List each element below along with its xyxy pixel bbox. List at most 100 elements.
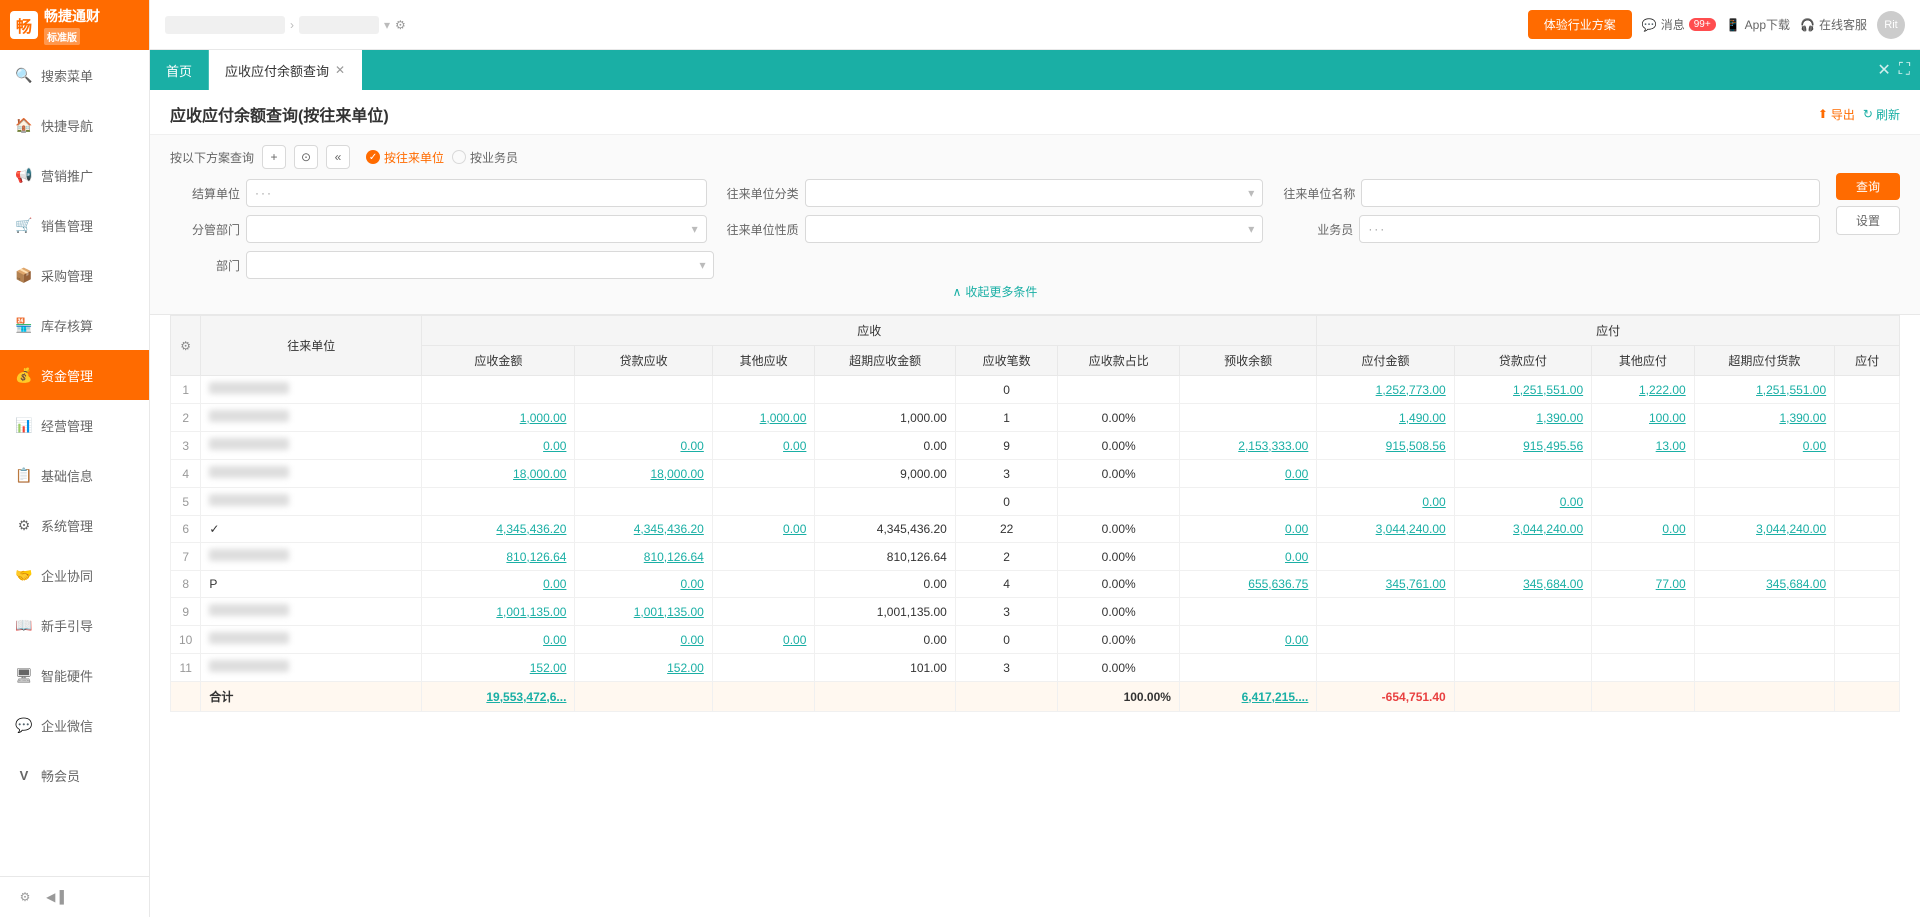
table-row: 91,001,135.001,001,135.001,001,135.0030.… (171, 598, 1900, 626)
user-avatar[interactable]: Rit (1877, 11, 1905, 39)
window-close-icon[interactable]: ✕ (1877, 60, 1890, 80)
filter-settlement-input[interactable]: ··· (246, 179, 707, 207)
unit-name-cell (201, 376, 422, 404)
th-ap-other: 其他应付 (1592, 346, 1695, 376)
guide-icon: 📖 (15, 616, 33, 634)
option-unit-icon: ✓ (366, 150, 380, 164)
sidebar-item-inventory[interactable]: 🏪 库存核算 (0, 300, 149, 350)
unit-nature-arrow: ▾ (1248, 222, 1254, 236)
chevron-up-icon: ∧ (953, 285, 962, 299)
table-area: ⚙ 往来单位 应收 应付 应收金额 贷款应收 其他应收 超期应收金额 应收笔数 … (150, 315, 1920, 917)
settings-btn[interactable]: ⚙ (395, 18, 406, 32)
setting-btn[interactable]: 设置 (1836, 206, 1900, 235)
sidebar-item-hardware[interactable]: 🖥 智能硬件 (0, 650, 149, 700)
filter-field-unit-category: 往来单位分类 ▾ (727, 179, 1264, 207)
refresh-icon: ↻ (1863, 107, 1873, 121)
unit-name-cell (201, 460, 422, 488)
filter-salesman-input[interactable]: ··· (1359, 215, 1820, 243)
filter-row-3: 部门 ▾ (170, 251, 1820, 279)
sidebar-item-system[interactable]: ⚙ 系统管理 (0, 500, 149, 550)
th-ar-ratio: 应收款占比 (1058, 346, 1180, 376)
page-content: 应收应付余额查询(按往来单位) ⬆ 导出 ↻ 刷新 按以下方案查询 (150, 90, 1920, 917)
tab-home[interactable]: 首页 (150, 50, 209, 90)
customer-service-area[interactable]: 🎧 在线客服 (1800, 16, 1867, 33)
sidebar-item-search[interactable]: 🔍 搜索菜单 (0, 50, 149, 100)
filter-unit-name-input[interactable] (1361, 179, 1820, 207)
unit-name-cell: ✓ (201, 516, 422, 543)
filter-dept-input[interactable]: ▾ (246, 215, 707, 243)
logo-icon: 畅 (10, 11, 38, 39)
collapse-conditions-btn[interactable]: ∧ 收起更多条件 (170, 279, 1820, 304)
total-ar-prepay[interactable]: 6,417,215.... (1179, 682, 1316, 712)
settings-footer-icon[interactable]: ⚙ (15, 887, 35, 907)
filter-option-salesman[interactable]: 按业务员 (452, 149, 518, 166)
filter-target-btn[interactable]: ⊙ (294, 145, 318, 169)
total-ar-ratio: 100.00% (1058, 682, 1180, 712)
app-download-area[interactable]: 📱 App下载 (1726, 16, 1790, 33)
tab-bar-actions: ✕ ⛶ (1867, 50, 1920, 90)
filter-area: 按以下方案查询 + ⊙ « ✓ 按往来单位 (150, 135, 1920, 315)
table-row: 7810,126.64810,126.64810,126.6420.00%0.0… (171, 543, 1900, 571)
sidebar: 畅 畅捷通财 标准版 🔍 搜索菜单 🏠 快捷导航 📢 营销推广 🛒 销售管理 📦… (0, 0, 150, 917)
tab-arbalance[interactable]: 应收应付余额查询 ✕ (209, 50, 362, 90)
sidebar-item-marketing[interactable]: 📢 营销推广 (0, 150, 149, 200)
filter-option-unit[interactable]: ✓ 按往来单位 (366, 149, 444, 166)
arbalance-tab-label: 应收应付余额查询 (225, 61, 329, 80)
sidebar-item-wechat[interactable]: 💬 企业微信 (0, 700, 149, 750)
sidebar-item-finance[interactable]: 💰 资金管理 (0, 350, 149, 400)
unit-name-cell (201, 404, 422, 432)
sidebar-item-operation[interactable]: 📊 经营管理 (0, 400, 149, 450)
page-header: 应收应付余额查询(按往来单位) ⬆ 导出 ↻ 刷新 (150, 90, 1920, 135)
total-row: 合计 19,553,472,6... 100.00% 6,417,215....… (171, 682, 1900, 712)
unit-name-cell: P (201, 571, 422, 598)
sidebar-item-sales[interactable]: 🛒 销售管理 (0, 200, 149, 250)
breadcrumb: › ▾ ⚙ (165, 16, 1518, 34)
filter-row-1: 结算单位 ··· 往来单位分类 ▾ (170, 179, 1820, 207)
th-ap-overdue: 超期应付货款 (1694, 346, 1834, 376)
marketing-icon: 📢 (15, 166, 33, 184)
export-btn[interactable]: ⬆ 导出 (1818, 106, 1855, 123)
filter-sub-dept-input[interactable]: ▾ (246, 251, 714, 279)
sidebar-item-nav[interactable]: 🏠 快捷导航 (0, 100, 149, 150)
sidebar-item-member[interactable]: V 畅会员 (0, 750, 149, 800)
data-table: ⚙ 往来单位 应收 应付 应收金额 贷款应收 其他应收 超期应收金额 应收笔数 … (170, 315, 1900, 712)
breadcrumb-dropdown[interactable]: ▾ (384, 18, 390, 32)
th-ar-amount: 应收金额 (422, 346, 575, 376)
table-row: 101,252,773.001,251,551.001,222.001,251,… (171, 376, 1900, 404)
filter-field-salesman: 业务员 ··· (1283, 215, 1820, 243)
sub-dept-arrow: ▾ (699, 258, 705, 272)
filter-unit-nature-input[interactable]: ▾ (805, 215, 1264, 243)
table-row: 418,000.0018,000.009,000.0030.00%0.00 (171, 460, 1900, 488)
th-ar-count: 应收笔数 (955, 346, 1058, 376)
filter-unit-category-input[interactable]: ▾ (805, 179, 1264, 207)
th-unit: 往来单位 (201, 316, 422, 376)
table-row: 21,000.001,000.001,000.0010.00%1,490.001… (171, 404, 1900, 432)
total-ap-amount: -654,751.40 (1317, 682, 1454, 712)
basic-icon: 📋 (15, 466, 33, 484)
filter-field-sub-dept: 部门 ▾ (170, 251, 714, 279)
window-maximize-icon[interactable]: ⛶ (1899, 61, 1910, 79)
total-label: 合计 (201, 682, 422, 712)
tab-close-icon[interactable]: ✕ (335, 63, 345, 77)
filter-add-btn[interactable]: + (262, 145, 286, 169)
option-salesman-radio (452, 150, 466, 164)
sidebar-item-collab[interactable]: 🤝 企业协同 (0, 550, 149, 600)
table-row: 100.000.000.000.0000.00%0.00 (171, 626, 1900, 654)
sales-icon: 🛒 (15, 216, 33, 234)
filter-collapse-btn[interactable]: « (326, 145, 350, 169)
query-btn[interactable]: 查询 (1836, 173, 1900, 200)
filter-left: 按以下方案查询 + ⊙ « ✓ 按往来单位 (170, 145, 1820, 304)
total-ar-amount[interactable]: 19,553,472,6... (422, 682, 575, 712)
page-header-actions: ⬆ 导出 ↻ 刷新 (1818, 106, 1900, 123)
refresh-btn[interactable]: ↻ 刷新 (1863, 106, 1900, 123)
filter-field-unit-name: 往来单位名称 (1283, 179, 1820, 207)
sidebar-item-guide[interactable]: 📖 新手引导 (0, 600, 149, 650)
table-settings-icon[interactable]: ⚙ (180, 339, 191, 353)
th-ap-end: 应付 (1835, 346, 1900, 376)
sidebar-item-purchase[interactable]: 📦 采购管理 (0, 250, 149, 300)
collapse-footer-icon[interactable]: ◀▐ (45, 887, 65, 907)
solution-btn[interactable]: 体验行业方案 (1528, 10, 1632, 39)
notification-area[interactable]: 💬 消息 99+ (1642, 16, 1716, 33)
sidebar-item-basic[interactable]: 📋 基础信息 (0, 450, 149, 500)
home-icon: 🏠 (15, 116, 33, 134)
